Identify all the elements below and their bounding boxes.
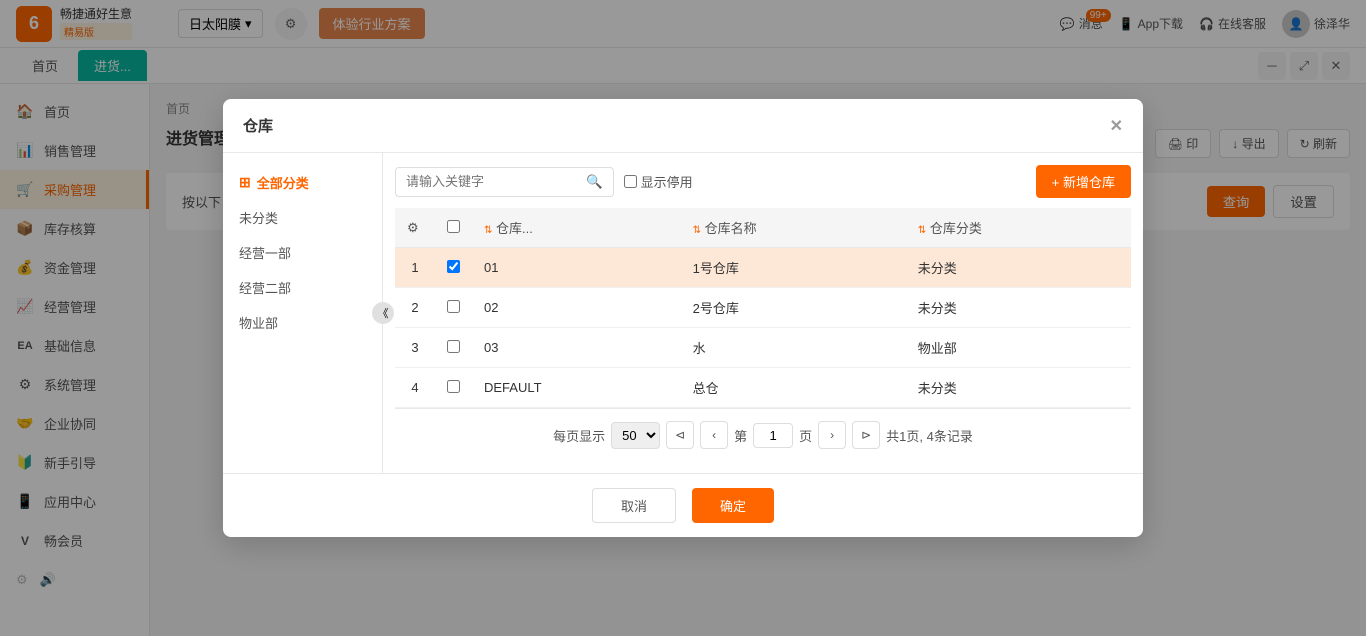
row-name: 2号仓库	[681, 288, 906, 328]
category-grid-icon: ⊞	[239, 174, 251, 191]
category-header-label: 全部分类	[257, 173, 309, 192]
add-warehouse-button[interactable]: + 新增仓库	[1036, 165, 1131, 198]
per-page-label: 每页显示	[553, 426, 605, 445]
row-checkbox[interactable]	[447, 260, 460, 273]
per-page-select[interactable]: 50	[611, 422, 660, 449]
page-input[interactable]	[753, 423, 793, 448]
row-num: 4	[395, 368, 435, 408]
table-toolbar: 🔍 显示停用 + 新增仓库	[395, 165, 1131, 198]
last-page-btn[interactable]: ⊳	[852, 421, 880, 449]
category-header[interactable]: ⊞ 全部分类	[223, 165, 382, 200]
pagination: 每页显示 50 ⊲ ‹ 第 页 › ⊳ 共1页, 4条记录	[395, 408, 1131, 461]
show-disabled-checkbox[interactable]	[624, 175, 637, 188]
warehouse-dialog: 仓库 ✕ ⊞ 全部分类 未分类 经营一部 经营二部 物业部 《	[223, 99, 1143, 537]
table-row[interactable]: 3 03 水 物业部	[395, 328, 1131, 368]
search-input[interactable]	[396, 168, 576, 195]
table-body: 1 01 1号仓库 未分类 2	[395, 248, 1131, 408]
table-head: ⚙ ⇅ 仓库... ⇅	[395, 208, 1131, 248]
row-id: 03	[472, 328, 681, 368]
dialog-title: 仓库	[243, 115, 273, 136]
dialog-close-btn[interactable]: ✕	[1110, 116, 1123, 136]
confirm-button[interactable]: 确定	[692, 488, 774, 523]
row-num: 3	[395, 328, 435, 368]
row-category: 未分类	[906, 368, 1131, 408]
page-label: 第	[734, 426, 747, 445]
dialog-body: ⊞ 全部分类 未分类 经营一部 经营二部 物业部 《 🔍	[223, 153, 1143, 473]
warehouse-table: ⚙ ⇅ 仓库... ⇅	[395, 208, 1131, 408]
th-checkbox	[435, 208, 472, 248]
row-category: 未分类	[906, 288, 1131, 328]
th-warehouse-category: ⇅ 仓库分类	[906, 208, 1131, 248]
page-suffix: 页	[799, 426, 812, 445]
table-container: ⚙ ⇅ 仓库... ⇅	[395, 208, 1131, 408]
row-checkbox[interactable]	[447, 300, 460, 313]
cat-collapse-btn[interactable]: 《	[372, 302, 394, 324]
sort-icon-name: ⇅	[693, 225, 701, 236]
table-row[interactable]: 4 DEFAULT 总仓 未分类	[395, 368, 1131, 408]
row-category: 未分类	[906, 248, 1131, 288]
row-id: DEFAULT	[472, 368, 681, 408]
th-warehouse-name: ⇅ 仓库名称	[681, 208, 906, 248]
table-header-row: ⚙ ⇅ 仓库... ⇅	[395, 208, 1131, 248]
category-sidebar: ⊞ 全部分类 未分类 经营一部 经营二部 物业部 《	[223, 153, 383, 473]
search-wrap: 🔍	[395, 167, 614, 197]
category-item-property[interactable]: 物业部	[223, 305, 382, 340]
row-num: 2	[395, 288, 435, 328]
row-checkbox-cell	[435, 248, 472, 288]
row-num: 1	[395, 248, 435, 288]
row-name: 水	[681, 328, 906, 368]
show-disabled-text: 显示停用	[641, 172, 693, 191]
row-checkbox-cell	[435, 288, 472, 328]
row-id: 02	[472, 288, 681, 328]
modal-overlay: 仓库 ✕ ⊞ 全部分类 未分类 经营一部 经营二部 物业部 《	[0, 0, 1366, 636]
sort-icon-cat: ⇅	[918, 225, 926, 236]
sort-icon: ⇅	[484, 225, 492, 236]
row-checkbox-cell	[435, 368, 472, 408]
th-gear: ⚙	[395, 208, 435, 248]
th-warehouse-id: ⇅ 仓库...	[472, 208, 681, 248]
select-all-checkbox[interactable]	[447, 220, 460, 233]
dialog-footer: 取消 确定	[223, 473, 1143, 537]
row-name: 总仓	[681, 368, 906, 408]
table-row[interactable]: 1 01 1号仓库 未分类	[395, 248, 1131, 288]
row-name: 1号仓库	[681, 248, 906, 288]
first-page-btn[interactable]: ⊲	[666, 421, 694, 449]
category-item-unclassified[interactable]: 未分类	[223, 200, 382, 235]
row-checkbox-cell	[435, 328, 472, 368]
category-item-dept1[interactable]: 经营一部	[223, 235, 382, 270]
row-category: 物业部	[906, 328, 1131, 368]
gear-th-icon[interactable]: ⚙	[407, 220, 419, 235]
row-checkbox[interactable]	[447, 340, 460, 353]
category-item-dept2[interactable]: 经营二部	[223, 270, 382, 305]
table-area: 🔍 显示停用 + 新增仓库 ⚙	[383, 153, 1143, 473]
next-page-btn[interactable]: ›	[818, 421, 846, 449]
prev-page-btn[interactable]: ‹	[700, 421, 728, 449]
row-id: 01	[472, 248, 681, 288]
total-info: 共1页, 4条记录	[886, 426, 973, 445]
show-disabled-label[interactable]: 显示停用	[624, 172, 693, 191]
table-row[interactable]: 2 02 2号仓库 未分类	[395, 288, 1131, 328]
dialog-header: 仓库 ✕	[223, 99, 1143, 153]
cancel-button[interactable]: 取消	[592, 488, 676, 523]
row-checkbox[interactable]	[447, 380, 460, 393]
search-button[interactable]: 🔍	[576, 168, 613, 196]
